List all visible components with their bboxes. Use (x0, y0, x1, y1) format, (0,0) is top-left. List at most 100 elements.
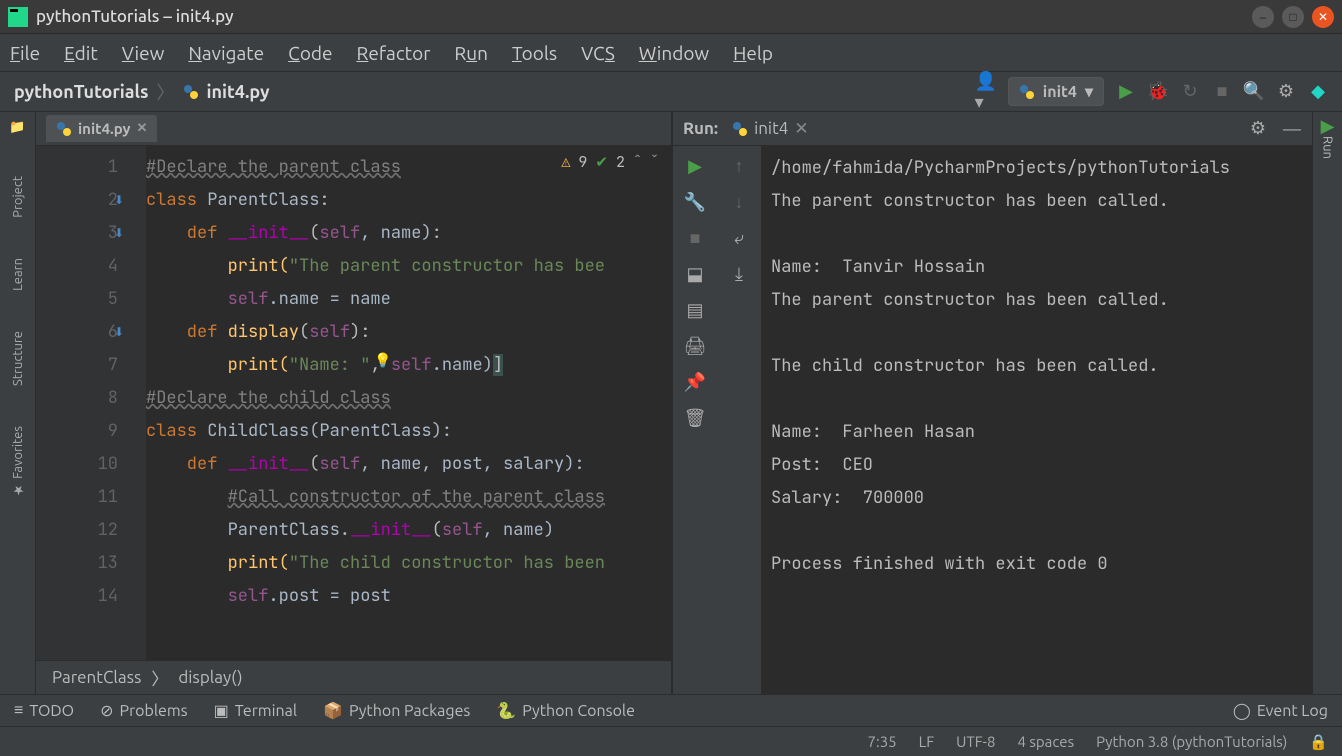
rerun-icon[interactable]: ▶ (685, 156, 705, 176)
check-icon[interactable]: ✔ (595, 152, 608, 172)
menu-edit[interactable]: Edit (64, 42, 98, 64)
problems-tab[interactable]: ⊘ Problems (100, 701, 188, 720)
bottom-toolbar: ≡ TODO ⊘ Problems ▣ Terminal 📦 Python Pa… (0, 694, 1342, 726)
line-num: 7 (108, 354, 118, 376)
up-icon[interactable]: ↑ (729, 156, 749, 176)
override-icon[interactable]: ⬇ (114, 192, 124, 208)
line-num: 13 (98, 552, 118, 574)
run-config-label: init4 (1043, 83, 1077, 101)
todo-tab[interactable]: ≡ TODO (14, 701, 74, 720)
breadcrumb-project[interactable]: pythonTutorials (14, 82, 149, 102)
scroll-icon[interactable]: ⤓ (729, 264, 749, 284)
python-icon (1019, 84, 1035, 100)
sidebar-favorites[interactable]: ★ Favorites (10, 426, 25, 497)
code-area[interactable]: 1 2⬇ 3⬇ 4 5 6⬇ 7 8 9 10 11 12 13 14 ⚠9 ✔… (36, 146, 671, 660)
minimize-panel-icon[interactable]: — (1282, 119, 1302, 139)
override-icon[interactable]: ⬇ (114, 225, 124, 241)
sidebar-structure[interactable]: Structure (11, 331, 25, 386)
debug-button[interactable]: 🐞 (1148, 82, 1168, 102)
file-tab[interactable]: init4.py ✕ (46, 115, 157, 142)
packages-tab[interactable]: 📦 Python Packages (323, 701, 470, 720)
code-breadcrumb: ParentClass 〉 display() (36, 660, 671, 694)
run-button[interactable]: ▶ (1116, 82, 1136, 102)
pycharm-icon (8, 7, 28, 27)
close-button[interactable]: ✕ (1312, 6, 1334, 28)
python-file-icon (183, 84, 199, 100)
down-icon[interactable]: ↓ (729, 192, 749, 212)
menu-run[interactable]: Run (454, 42, 488, 64)
sidebar-project[interactable]: Project (11, 176, 25, 218)
trash-icon[interactable]: 🗑 (685, 408, 705, 428)
inspection-bar: ⚠9 ✔2 ˆ ˇ (561, 152, 659, 172)
menubar: File Edit View Navigate Code Refactor Ru… (0, 34, 1342, 72)
run-config-selector[interactable]: init4 ▾ (1008, 77, 1104, 106)
updates-icon[interactable]: ◆ (1308, 82, 1328, 102)
search-icon[interactable]: 🔍 (1244, 82, 1264, 102)
print-icon[interactable]: 🖨 (685, 336, 705, 356)
eventlog-tab[interactable]: ◯ Event Log (1233, 701, 1328, 720)
run-label: Run: (683, 119, 718, 138)
code: #Declare the parent class (146, 156, 401, 178)
menu-window[interactable]: Window (639, 42, 709, 64)
layout2-icon[interactable]: ▤ (685, 300, 705, 320)
sidebar-learn[interactable]: Learn (11, 258, 25, 291)
user-icon[interactable]: 👤▾ (976, 82, 996, 102)
breadcrumb-class[interactable]: ParentClass (52, 668, 141, 687)
console-tab[interactable]: 🐍 Python Console (496, 701, 635, 720)
menu-vcs[interactable]: VCS (581, 42, 615, 64)
indent[interactable]: 4 spaces (1017, 733, 1074, 750)
pin-icon[interactable]: 📌 (685, 372, 705, 392)
prev-highlight-icon[interactable]: ˆ (633, 152, 642, 172)
intention-bulb-icon[interactable]: 💡 (374, 352, 391, 370)
coverage-button[interactable]: ↻ (1180, 82, 1200, 102)
encoding[interactable]: UTF-8 (956, 733, 995, 750)
lock-icon[interactable]: 🔒 (1309, 733, 1328, 751)
console-output[interactable]: /home/fahmida/PycharmProjects/pythonTuto… (761, 146, 1312, 694)
wrap-icon[interactable]: ⤶ (729, 228, 749, 248)
line-num: 10 (98, 453, 118, 475)
status-bar: 7:35 LF UTF-8 4 spaces Python 3.8 (pytho… (0, 726, 1342, 756)
right-run-label[interactable]: Run (1321, 136, 1335, 159)
line-separator[interactable]: LF (919, 733, 935, 750)
maximize-button[interactable]: □ (1282, 6, 1304, 28)
close-tab-icon[interactable]: ✕ (137, 121, 148, 136)
next-highlight-icon[interactable]: ˇ (650, 152, 659, 172)
menu-view[interactable]: View (122, 42, 165, 64)
minimize-button[interactable]: ‒ (1252, 6, 1274, 28)
main: 📁 Project Learn Structure ★ Favorites in… (0, 112, 1342, 694)
override-icon[interactable]: ⬇ (114, 324, 124, 340)
menu-code[interactable]: Code (288, 42, 332, 64)
editor: init4.py ✕ 1 2⬇ 3⬇ 4 5 6⬇ 7 8 9 10 11 12… (36, 112, 671, 694)
run-tab-label: init4 (754, 119, 788, 138)
layout-icon[interactable]: ⬓ (685, 264, 705, 284)
close-tab-icon[interactable]: ✕ (794, 119, 808, 139)
terminal-tab[interactable]: ▣ Terminal (214, 701, 297, 720)
line-num: 8 (108, 387, 118, 409)
wrench-icon[interactable]: 🔧 (685, 192, 705, 212)
interpreter[interactable]: Python 3.8 (pythonTutorials) (1096, 733, 1287, 750)
run-tab[interactable]: init4 ✕ (732, 119, 809, 139)
window-controls: ‒ □ ✕ (1252, 6, 1334, 28)
menu-tools[interactable]: Tools (512, 42, 557, 64)
stop-button[interactable]: ■ (1212, 82, 1232, 102)
folder-icon[interactable]: 📁 (9, 120, 25, 134)
right-sidebar: ▶ Run (1312, 112, 1342, 694)
breadcrumb-file[interactable]: init4.py (207, 82, 270, 102)
run-body: ▶ 🔧 ■ ⬓ ▤ 🖨 📌 🗑 ↑ ↓ ⤶ ⤓ /home/fahmida/Py… (673, 146, 1312, 694)
settings-icon[interactable]: ⚙ (1276, 82, 1296, 102)
run-tool-icon[interactable]: ▶ (1318, 116, 1338, 136)
run-toolbar: ▶ 🔧 ■ ⬓ ▤ 🖨 📌 🗑 ↑ ↓ ⤶ ⤓ (673, 146, 761, 694)
menu-file[interactable]: File (10, 42, 40, 64)
menu-help[interactable]: Help (733, 42, 773, 64)
menu-refactor[interactable]: Refactor (357, 42, 431, 64)
warning-icon[interactable]: ⚠ (561, 152, 570, 172)
line-num: 5 (108, 288, 118, 310)
breadcrumb-method[interactable]: display() (178, 668, 242, 687)
code-content[interactable]: ⚠9 ✔2 ˆ ˇ #Declare the parent class clas… (146, 146, 671, 660)
window-title: pythonTutorials – init4.py (36, 7, 1252, 26)
stop-icon[interactable]: ■ (685, 228, 705, 248)
cursor-pos[interactable]: 7:35 (868, 733, 897, 750)
menu-navigate[interactable]: Navigate (188, 42, 264, 64)
gear-icon[interactable]: ⚙ (1248, 119, 1268, 139)
line-num: 11 (98, 486, 118, 508)
